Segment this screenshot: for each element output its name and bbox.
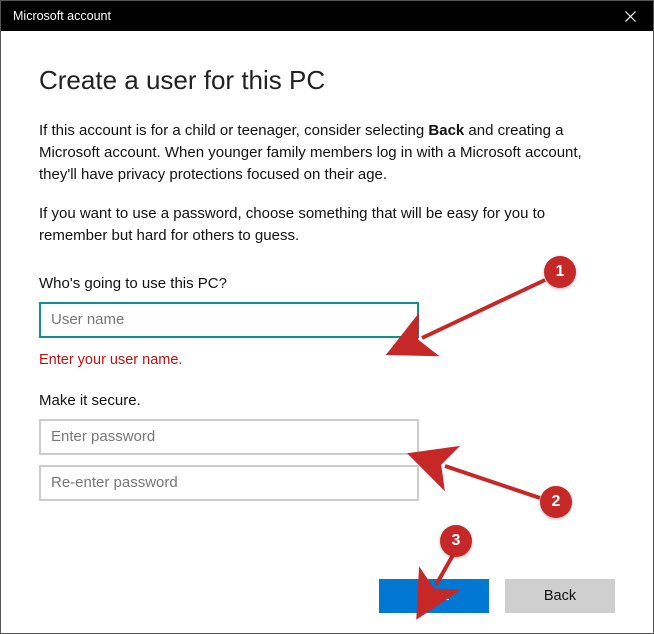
dialog-window: Microsoft account Create a user for this…	[0, 0, 654, 634]
close-button[interactable]	[607, 1, 653, 31]
confirm-password-input[interactable]	[39, 465, 419, 501]
username-error: Enter your user name.	[39, 352, 615, 368]
titlebar: Microsoft account	[1, 1, 653, 31]
close-icon	[625, 11, 636, 22]
password-section-label: Make it secure.	[39, 392, 615, 409]
intro-paragraph-1: If this account is for a child or teenag…	[39, 120, 615, 185]
dialog-footer: Next Back	[39, 559, 615, 613]
intro-text-bold: Back	[428, 122, 464, 139]
password-input[interactable]	[39, 419, 419, 455]
window-title: Microsoft account	[13, 9, 111, 23]
username-input[interactable]	[39, 302, 419, 338]
intro-text-a: If this account is for a child or teenag…	[39, 122, 428, 139]
page-title: Create a user for this PC	[39, 65, 615, 96]
back-button[interactable]: Back	[505, 579, 615, 613]
dialog-content: Create a user for this PC If this accoun…	[1, 31, 653, 633]
intro-paragraph-2: If you want to use a password, choose so…	[39, 203, 615, 247]
next-button[interactable]: Next	[379, 579, 489, 613]
username-label: Who's going to use this PC?	[39, 275, 615, 292]
